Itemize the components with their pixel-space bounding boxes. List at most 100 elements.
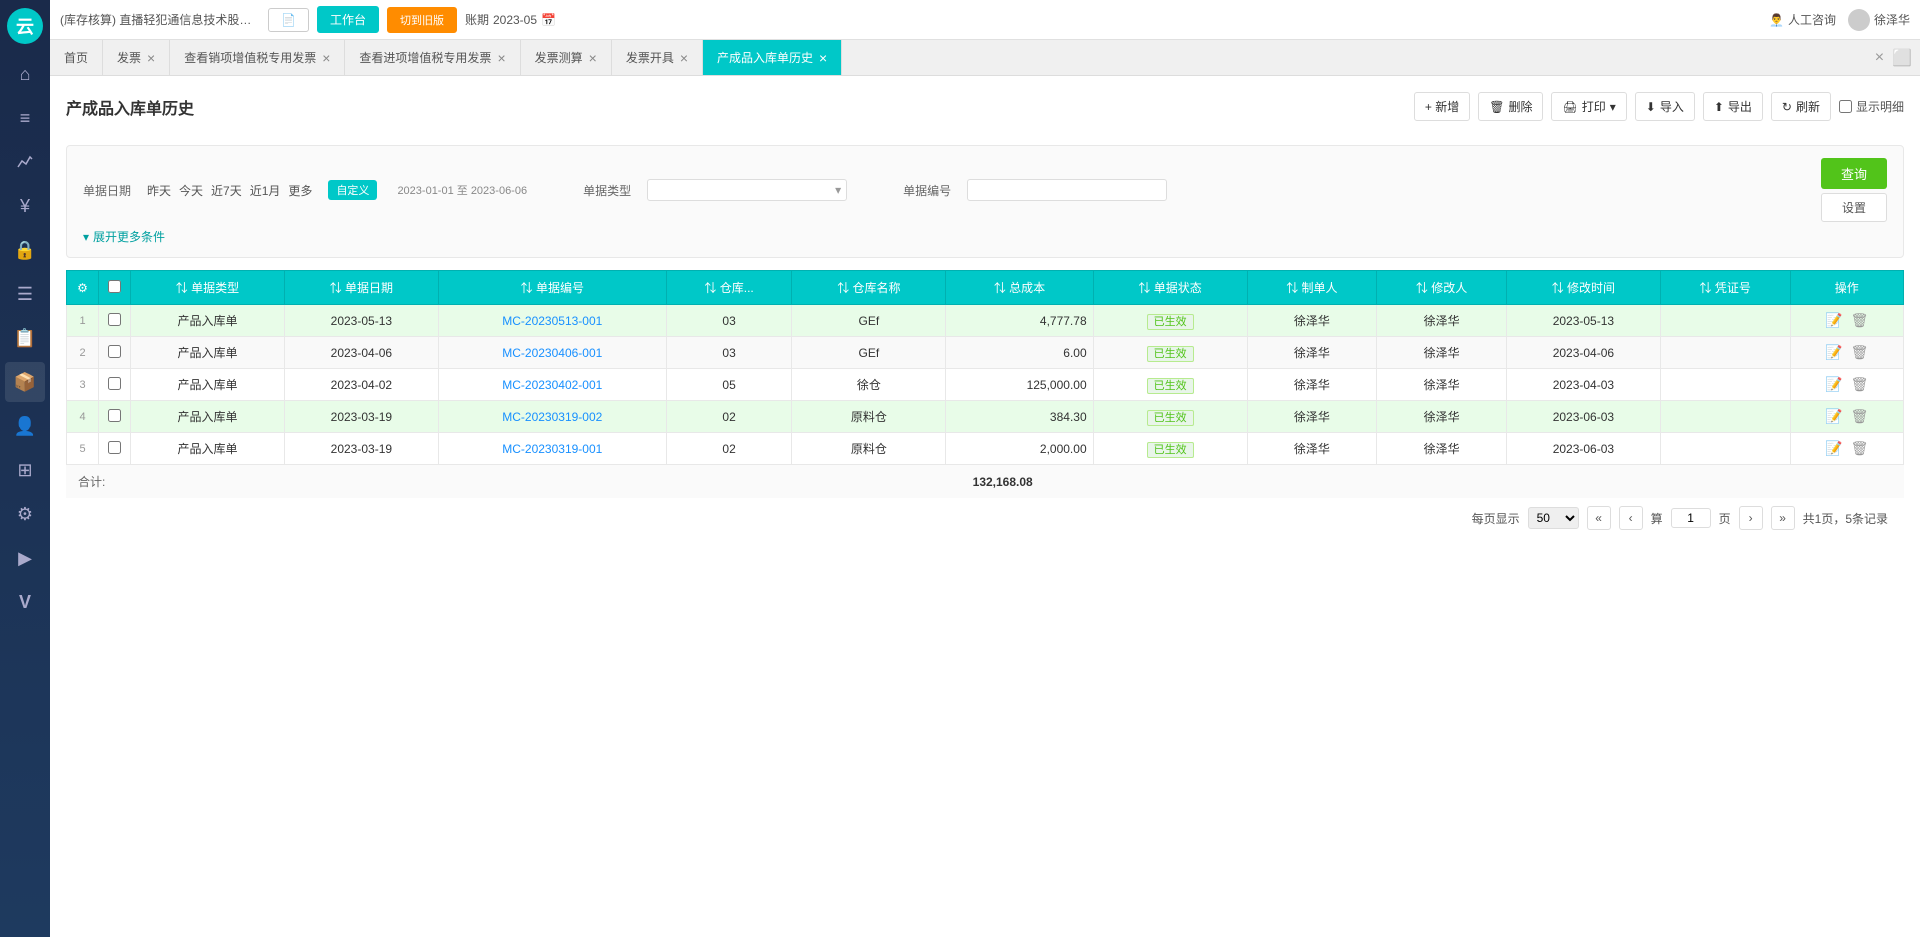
tab-home[interactable]: 首页 [50, 40, 103, 76]
row-number[interactable]: MC-20230402-001 [438, 369, 666, 401]
th-date[interactable]: ⇅ 单据日期 [284, 271, 438, 305]
th-modifier[interactable]: ⇅ 修改人 [1377, 271, 1507, 305]
help-btn[interactable]: 👨‍💼 人工咨询 [1769, 11, 1836, 28]
tab-sales-vat[interactable]: 查看销项增值税专用发票 × [170, 40, 345, 76]
row-edit-icon[interactable]: 📝 [1825, 312, 1842, 329]
first-page-btn[interactable]: « [1587, 506, 1611, 530]
row-delete-icon[interactable]: 🗑 [1851, 440, 1869, 457]
th-modify-time[interactable]: ⇅ 修改时间 [1506, 271, 1660, 305]
filter-more-date[interactable]: 更多 [288, 182, 312, 199]
workbench-btn[interactable]: 工作台 [317, 6, 379, 33]
row-modifier: 徐泽华 [1377, 305, 1507, 337]
row-delete-icon[interactable]: 🗑 [1851, 344, 1869, 361]
row-edit-icon[interactable]: 📝 [1825, 440, 1842, 457]
row-edit-icon[interactable]: 📝 [1825, 376, 1842, 393]
tab-invoice-calc[interactable]: 发票测算 × [521, 40, 612, 76]
show-detail-checkbox-wrapper[interactable]: 显示明细 [1839, 98, 1904, 115]
user-menu[interactable]: 徐泽华 [1848, 9, 1910, 31]
sidebar-item-report[interactable]: 📋 [5, 318, 45, 358]
filter-1month[interactable]: 近1月 [250, 182, 281, 199]
tab-invoice-close[interactable]: × [147, 51, 155, 65]
sidebar-item-grid[interactable]: ⊞ [5, 450, 45, 490]
th-status[interactable]: ⇅ 单据状态 [1093, 271, 1247, 305]
select-all-checkbox[interactable] [108, 280, 121, 293]
refresh-btn[interactable]: ↻ 刷新 [1771, 92, 1831, 121]
filter-7days[interactable]: 近7天 [211, 182, 242, 199]
row-number[interactable]: MC-20230319-002 [438, 401, 666, 433]
row-edit-icon[interactable]: 📝 [1825, 344, 1842, 361]
tab-purchase-vat-close[interactable]: × [497, 51, 505, 65]
query-btn[interactable]: 查询 [1821, 158, 1887, 189]
sidebar-item-lock[interactable]: 🔒 [5, 230, 45, 270]
document-btn[interactable]: 📄 [268, 8, 309, 32]
filter-yesterday[interactable]: 昨天 [147, 182, 171, 199]
tab-invoice-calc-close[interactable]: × [589, 51, 597, 65]
export-btn[interactable]: ⬆ 导出 [1703, 92, 1763, 121]
sidebar-item-v[interactable]: V [5, 582, 45, 622]
row-checkbox[interactable] [99, 337, 131, 369]
tab-invoice-issue[interactable]: 发票开具 × [612, 40, 703, 76]
type-select[interactable]: 产品入库单 [647, 179, 847, 201]
row-number[interactable]: MC-20230406-001 [438, 337, 666, 369]
per-page-select[interactable]: 50 100 [1528, 507, 1579, 529]
delete-btn[interactable]: 🗑 删除 [1478, 92, 1543, 121]
sidebar-item-finance[interactable]: ¥ [5, 186, 45, 226]
tab-invoice[interactable]: 发票 × [103, 40, 170, 76]
row-delete-icon[interactable]: 🗑 [1851, 408, 1869, 425]
row-checkbox[interactable] [99, 305, 131, 337]
number-filter-input[interactable] [967, 179, 1167, 201]
account-period: 账期 2023-05 📅 [465, 11, 556, 28]
add-btn[interactable]: + 新增 [1414, 92, 1470, 121]
row-checkbox[interactable] [99, 433, 131, 465]
th-total-cost[interactable]: ⇅ 总成本 [946, 271, 1093, 305]
account-period-value: 2023-05 [493, 13, 537, 27]
row-creator: 徐泽华 [1247, 337, 1377, 369]
status-badge: 已生效 [1147, 442, 1194, 458]
sidebar-item-inventory[interactable]: 📦 [5, 362, 45, 402]
tab-product-history-close[interactable]: × [819, 51, 827, 65]
th-voucher[interactable]: ⇅ 凭证号 [1660, 271, 1790, 305]
filter-custom-tag[interactable]: 自定义 [328, 180, 377, 200]
tab-sales-vat-close[interactable]: × [322, 51, 330, 65]
tab-purchase-vat[interactable]: 查看进项增值税专用发票 × [345, 40, 520, 76]
print-btn[interactable]: 🖨 打印 ▾ [1551, 92, 1626, 121]
th-type[interactable]: ⇅ 单据类型 [131, 271, 285, 305]
sidebar-item-gear[interactable]: ⚙ [5, 494, 45, 534]
th-warehouse-name[interactable]: ⇅ 仓库名称 [792, 271, 946, 305]
next-page-btn[interactable]: › [1739, 506, 1763, 530]
row-checkbox[interactable] [99, 401, 131, 433]
filter-today[interactable]: 今天 [179, 182, 203, 199]
tab-expand[interactable]: ⬜ [1892, 48, 1912, 68]
tab-close-all[interactable]: × [1875, 49, 1884, 67]
tab-invoice-issue-close[interactable]: × [680, 51, 688, 65]
row-date: 2023-03-19 [284, 401, 438, 433]
row-number[interactable]: MC-20230513-001 [438, 305, 666, 337]
sidebar-item-chart[interactable] [5, 142, 45, 182]
sidebar-item-people[interactable]: 👤 [5, 406, 45, 446]
sidebar-item-home[interactable]: ⌂ [5, 54, 45, 94]
set-btn[interactable]: 设置 [1821, 193, 1887, 222]
sidebar-item-play[interactable]: ▶ [5, 538, 45, 578]
row-checkbox[interactable] [99, 369, 131, 401]
last-page-btn[interactable]: » [1771, 506, 1795, 530]
th-settings[interactable]: ⚙ [67, 271, 99, 305]
th-creator[interactable]: ⇅ 制单人 [1247, 271, 1377, 305]
show-detail-checkbox[interactable] [1839, 100, 1852, 113]
tab-product-history[interactable]: 产成品入库单历史 × [703, 40, 842, 76]
row-actions: 📝 🗑 [1790, 433, 1903, 465]
th-checkbox[interactable] [99, 271, 131, 305]
sidebar-item-doc[interactable]: ≡ [5, 98, 45, 138]
th-number[interactable]: ⇅ 单据编号 [438, 271, 666, 305]
prev-page-btn[interactable]: ‹ [1619, 506, 1643, 530]
sidebar-item-list[interactable]: ☰ [5, 274, 45, 314]
expand-filter-btn[interactable]: ▾ 展开更多条件 [83, 228, 1887, 245]
row-delete-icon[interactable]: 🗑 [1851, 312, 1869, 329]
th-warehouse-code[interactable]: ⇅ 仓库... [666, 271, 792, 305]
calendar-icon[interactable]: 📅 [541, 13, 556, 27]
switch-btn[interactable]: 切到旧版 [387, 7, 457, 33]
row-number[interactable]: MC-20230319-001 [438, 433, 666, 465]
row-delete-icon[interactable]: 🗑 [1851, 376, 1869, 393]
import-btn[interactable]: ⬇ 导入 [1635, 92, 1695, 121]
row-edit-icon[interactable]: 📝 [1825, 408, 1842, 425]
page-input[interactable] [1671, 508, 1711, 528]
